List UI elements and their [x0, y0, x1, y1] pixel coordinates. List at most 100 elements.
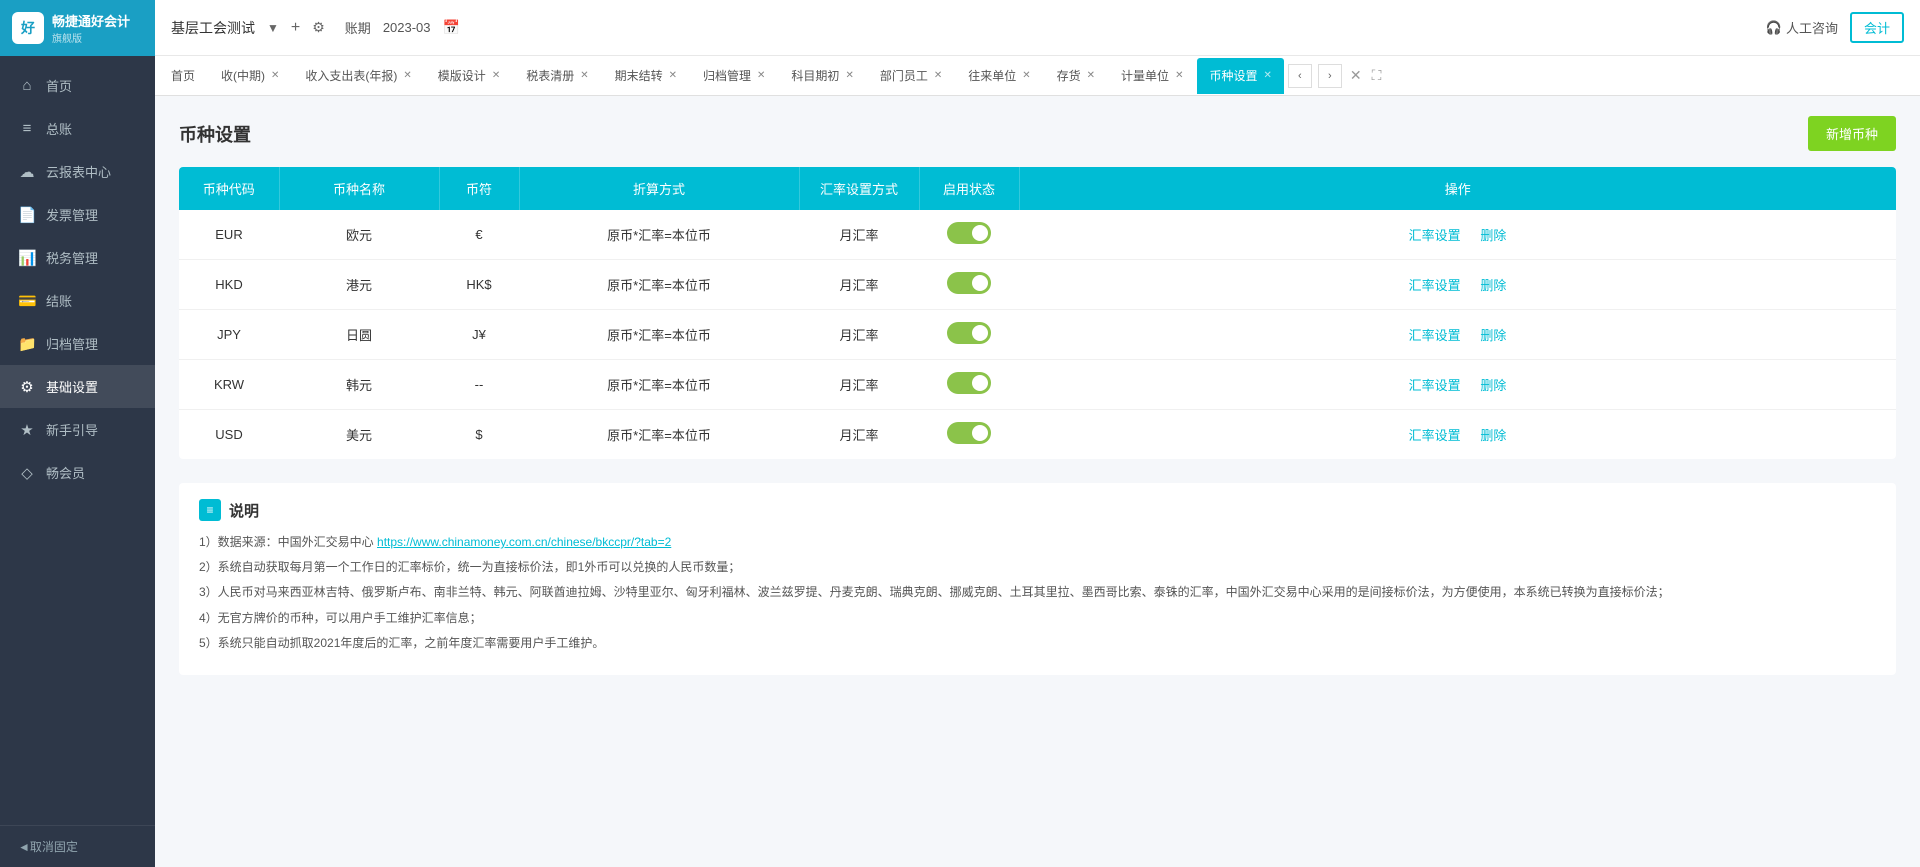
sidebar-item-reports[interactable]: ☁ 云报表中心 [0, 150, 155, 193]
cell-symbol-3: -- [439, 360, 519, 410]
tab-template[interactable]: 模版设计 ✕ [426, 58, 512, 94]
toggle-switch-2[interactable] [947, 322, 991, 344]
header-name: 币种名称 [279, 167, 439, 210]
tab-close-partner[interactable]: ✕ [1022, 70, 1030, 81]
tab-close-inventory[interactable]: ✕ [1087, 70, 1095, 81]
period-label: 账期 [345, 18, 371, 37]
sidebar-item-home[interactable]: ⌂ 首页 [0, 64, 155, 107]
tab-inventory[interactable]: 存货 ✕ [1045, 58, 1107, 94]
tab-close-template[interactable]: ✕ [492, 70, 500, 81]
tab-close-dept[interactable]: ✕ [934, 70, 942, 81]
headset-icon: 🎧 [1766, 20, 1782, 36]
tab-nav-next[interactable]: › [1318, 64, 1342, 88]
tab-archive[interactable]: 归档管理 ✕ [691, 58, 777, 94]
delete-link-2[interactable]: 删除 [1480, 328, 1506, 343]
sidebar-item-archive[interactable]: 📁 归档管理 [0, 322, 155, 365]
rate-setting-link-1[interactable]: 汇率设置 [1409, 278, 1461, 293]
content-area: 币种设置 新增币种 币种代码 币种名称 币符 折算方式 汇率设置方式 启用状态 … [155, 96, 1920, 867]
tab-close-tax[interactable]: ✕ [580, 70, 588, 81]
cell-action-3: 汇率设置 删除 [1019, 360, 1896, 410]
rate-setting-link-3[interactable]: 汇率设置 [1409, 378, 1461, 393]
tax-icon: 📊 [18, 249, 36, 267]
tab-subject[interactable]: 科目期初 ✕ [779, 58, 865, 94]
toggle-switch-3[interactable] [947, 372, 991, 394]
tab-tax[interactable]: 税表清册 ✕ [514, 58, 600, 94]
header-rate-type: 汇率设置方式 [799, 167, 919, 210]
company-dropdown-icon[interactable]: ▼ [267, 21, 279, 35]
delete-link-1[interactable]: 删除 [1480, 278, 1506, 293]
currency-table: 币种代码 币种名称 币符 折算方式 汇率设置方式 启用状态 操作 EUR 欧元 … [179, 167, 1896, 459]
cell-code-0: EUR [179, 210, 279, 260]
tab-income[interactable]: 收入支出表(年报) ✕ [293, 58, 423, 94]
toggle-switch-1[interactable] [947, 272, 991, 294]
external-link[interactable]: https://www.chinamoney.com.cn/chinese/bk… [377, 535, 671, 549]
toggle-switch-0[interactable] [947, 222, 991, 244]
cell-method-1: 原币*汇率=本位币 [519, 260, 799, 310]
sidebar-item-member[interactable]: ◇ 畅会员 [0, 451, 155, 494]
page-title: 币种设置 [179, 121, 251, 147]
cell-symbol-2: J¥ [439, 310, 519, 360]
cell-action-4: 汇率设置 删除 [1019, 410, 1896, 460]
tab-closing[interactable]: 期末结转 ✕ [603, 58, 689, 94]
rate-setting-link-4[interactable]: 汇率设置 [1409, 428, 1461, 443]
cell-name-2: 日圆 [279, 310, 439, 360]
tab-home[interactable]: 首页 [159, 58, 207, 94]
add-button[interactable]: + [291, 19, 300, 37]
logo-text: 畅捷通好会计 旗舰版 [52, 11, 130, 45]
sidebar-item-invoice[interactable]: 📄 发票管理 [0, 193, 155, 236]
sidebar-item-settings[interactable]: ⚙ 基础设置 [0, 365, 155, 408]
tab-unit[interactable]: 计量单位 ✕ [1109, 58, 1195, 94]
cell-method-0: 原币*汇率=本位币 [519, 210, 799, 260]
tab-close-archive[interactable]: ✕ [757, 70, 765, 81]
tab-close-subject[interactable]: ✕ [845, 70, 853, 81]
tab-close-income[interactable]: ✕ [403, 70, 411, 81]
header-code: 币种代码 [179, 167, 279, 210]
company-name: 基层工会测试 [171, 18, 255, 38]
sidebar-item-ledger[interactable]: ≡ 总账 [0, 107, 155, 150]
new-currency-button[interactable]: 新增币种 [1808, 116, 1896, 151]
tab-close-closing[interactable]: ✕ [669, 70, 677, 81]
cell-rate-type-3: 月汇率 [799, 360, 919, 410]
cell-action-1: 汇率设置 删除 [1019, 260, 1896, 310]
delete-link-4[interactable]: 删除 [1480, 428, 1506, 443]
sidebar-item-guide[interactable]: ★ 新手引导 [0, 408, 155, 451]
tab-currency[interactable]: 币种设置 ✕ [1197, 58, 1283, 94]
expand-tab-icon[interactable]: ⛶ [1368, 63, 1386, 88]
toggle-switch-4[interactable] [947, 422, 991, 444]
rate-setting-link-0[interactable]: 汇率设置 [1409, 228, 1461, 243]
table-row: USD 美元 $ 原币*汇率=本位币 月汇率 汇率设置 删除 [179, 410, 1896, 460]
table-row: EUR 欧元 € 原币*汇率=本位币 月汇率 汇率设置 删除 [179, 210, 1896, 260]
topbar: 基层工会测试 ▼ + ⚙ 账期 2023-03 📅 🎧 人工咨询 会计 [155, 0, 1920, 56]
header-method: 折算方式 [519, 167, 799, 210]
cell-symbol-1: HK$ [439, 260, 519, 310]
tab-partner[interactable]: 往来单位 ✕ [956, 58, 1042, 94]
cell-status-4 [919, 410, 1019, 460]
rate-setting-link-2[interactable]: 汇率设置 [1409, 328, 1461, 343]
close-all-tabs[interactable]: ✕ [1346, 63, 1366, 88]
tab-close-unit[interactable]: ✕ [1175, 70, 1183, 81]
calendar-icon[interactable]: 📅 [443, 19, 460, 36]
cell-action-2: 汇率设置 删除 [1019, 310, 1896, 360]
unpin-button[interactable]: ◄取消固定 [0, 825, 155, 867]
table-row: KRW 韩元 -- 原币*汇率=本位币 月汇率 汇率设置 删除 [179, 360, 1896, 410]
cell-status-0 [919, 210, 1019, 260]
tab-close-period[interactable]: ✕ [271, 70, 279, 81]
sidebar-item-settlement[interactable]: 💳 结账 [0, 279, 155, 322]
invoice-icon: 📄 [18, 206, 36, 224]
period-value: 2023-03 [383, 20, 431, 35]
cell-rate-type-1: 月汇率 [799, 260, 919, 310]
settlement-icon: 💳 [18, 292, 36, 310]
help-button[interactable]: 🎧 人工咨询 [1766, 18, 1838, 37]
tab-dept[interactable]: 部门员工 ✕ [868, 58, 954, 94]
notes-icon: ≡ [199, 499, 221, 521]
tab-close-currency[interactable]: ✕ [1263, 70, 1271, 81]
tab-period[interactable]: 收(中期) ✕ [209, 58, 291, 94]
delete-link-0[interactable]: 删除 [1480, 228, 1506, 243]
main-area: 基层工会测试 ▼ + ⚙ 账期 2023-03 📅 🎧 人工咨询 会计 首页 收… [155, 0, 1920, 867]
delete-link-3[interactable]: 删除 [1480, 378, 1506, 393]
tab-nav-prev[interactable]: ‹ [1288, 64, 1312, 88]
header-action: 操作 [1019, 167, 1896, 210]
settings-gear-icon[interactable]: ⚙ [312, 19, 325, 36]
sidebar-item-tax[interactable]: 📊 税务管理 [0, 236, 155, 279]
account-button[interactable]: 会计 [1850, 12, 1904, 43]
